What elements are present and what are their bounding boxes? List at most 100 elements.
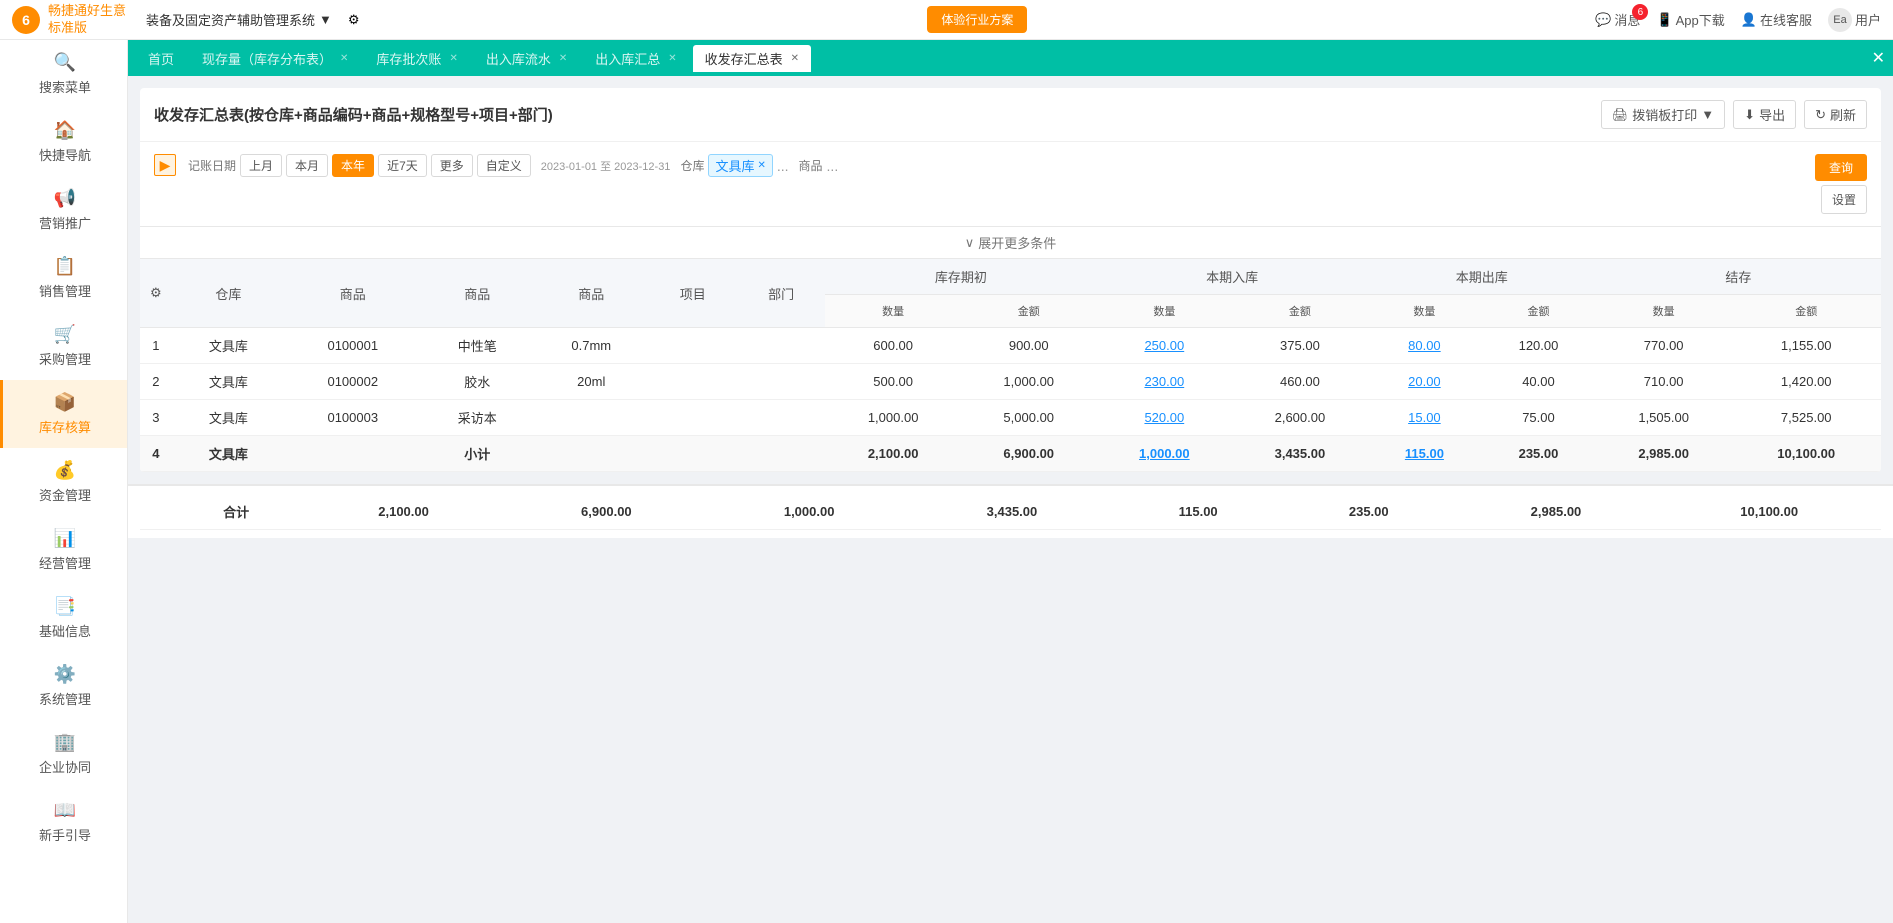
table-cell: 1,000.00 xyxy=(825,400,961,436)
table-cell[interactable]: 1,000.00 xyxy=(1097,436,1233,472)
col-in-amt-header: 金额 xyxy=(1232,295,1368,328)
table-cell: 375.00 xyxy=(1232,328,1368,364)
online-service-button[interactable]: 👤 在线客服 xyxy=(1741,10,1812,29)
date-btn-7days[interactable]: 近7天 xyxy=(378,154,427,177)
settings-button[interactable]: 设置 xyxy=(1821,185,1867,214)
table-cell[interactable]: 230.00 xyxy=(1097,364,1233,400)
sidebar-item-operations[interactable]: 📊 经营管理 xyxy=(0,516,127,584)
col-project-header: 项目 xyxy=(649,259,737,328)
warehouse-tag[interactable]: 文具库 ✕ xyxy=(708,154,772,177)
warehouse-filter-group: 仓库 文具库 ✕ ... xyxy=(680,154,788,177)
date-btn-last-month[interactable]: 上月 xyxy=(240,154,282,177)
tab-flow-close[interactable]: ✕ xyxy=(559,53,567,64)
table-row: 3文具库0100003采访本1,000.005,000.00520.002,60… xyxy=(140,400,1881,436)
col-opening-amt-header: 金额 xyxy=(961,295,1097,328)
tab-bar-close[interactable]: ✕ xyxy=(1872,48,1885,68)
table-cell: 文具库 xyxy=(172,328,285,364)
table-cell[interactable]: 250.00 xyxy=(1097,328,1233,364)
message-button[interactable]: 💬 消息 6 xyxy=(1595,10,1640,29)
trial-button[interactable]: 体验行业方案 xyxy=(927,6,1027,33)
filter-toggle[interactable]: ▶ xyxy=(154,154,176,176)
table-row: 1文具库0100001中性笔0.7mm600.00900.00250.00375… xyxy=(140,328,1881,364)
sidebar-item-label: 快捷导航 xyxy=(39,145,91,164)
tab-inventory-dist[interactable]: 现存量（库存分布表） ✕ xyxy=(190,45,360,72)
col-goods-spec-header: 商品 xyxy=(534,259,649,328)
table-cell: 710.00 xyxy=(1596,364,1732,400)
warehouse-ellipsis[interactable]: ... xyxy=(777,158,789,174)
sidebar-item-finance[interactable]: 💰 资金管理 xyxy=(0,448,127,516)
print-button[interactable]: 🖨 拨销板打印 ▼ xyxy=(1601,100,1725,129)
tab-inventory-dist-close[interactable]: ✕ xyxy=(340,53,348,64)
app-download-button[interactable]: 📱 App下载 xyxy=(1656,10,1724,29)
sidebar-item-label: 库存核算 xyxy=(39,417,91,436)
export-button[interactable]: ⬇ 导出 xyxy=(1733,100,1796,129)
table-cell: 40.00 xyxy=(1481,364,1596,400)
table-cell: 5,000.00 xyxy=(961,400,1097,436)
tab-batch-close[interactable]: ✕ xyxy=(449,53,457,64)
table-cell[interactable]: 15.00 xyxy=(1368,400,1481,436)
sidebar-item-marketing[interactable]: 📢 营销推广 xyxy=(0,176,127,244)
table-cell xyxy=(534,400,649,436)
date-btn-this-month[interactable]: 本月 xyxy=(286,154,328,177)
table-cell: 460.00 xyxy=(1232,364,1368,400)
warehouse-tag-close[interactable]: ✕ xyxy=(757,160,765,171)
tab-recv-summary[interactable]: 收发存汇总表 ✕ xyxy=(693,45,811,72)
col-in-header: 本期入库 xyxy=(1097,259,1368,295)
expand-conditions-bar[interactable]: ∨ 展开更多条件 xyxy=(140,227,1881,259)
refresh-button[interactable]: ↻ 刷新 xyxy=(1804,100,1867,129)
table-cell xyxy=(737,436,825,472)
tab-inventory-dist-label: 现存量（库存分布表） xyxy=(202,49,332,68)
sidebar-item-purchase[interactable]: 🛒 采购管理 xyxy=(0,312,127,380)
tab-home[interactable]: 首页 xyxy=(136,45,186,72)
goods-filter-group: 商品 ... xyxy=(799,157,839,174)
sidebar-item-label: 系统管理 xyxy=(39,689,91,708)
sidebar-item-inventory[interactable]: 📦 库存核算 xyxy=(0,380,127,448)
settings-icon[interactable]: ⚙ xyxy=(348,12,360,28)
top-bar-right: 💬 消息 6 📱 App下载 👤 在线客服 Ea 用户 xyxy=(1595,8,1881,32)
sidebar-item-label: 营销推广 xyxy=(39,213,91,232)
sidebar-item-corp[interactable]: 🏢 企业协同 xyxy=(0,720,127,788)
table-cell: 10,100.00 xyxy=(1731,436,1881,472)
goods-filter-label: 商品 xyxy=(799,157,823,174)
table-cell: 6,900.00 xyxy=(961,436,1097,472)
tab-summary[interactable]: 出入库汇总 ✕ xyxy=(583,45,688,72)
table-row: 2文具库0100002胶水20ml500.001,000.00230.00460… xyxy=(140,364,1881,400)
tab-summary-close[interactable]: ✕ xyxy=(668,53,676,64)
table-cell: 0100002 xyxy=(285,364,421,400)
date-btn-more[interactable]: 更多 xyxy=(431,154,473,177)
tab-recv-summary-close[interactable]: ✕ xyxy=(791,53,799,64)
table-cell[interactable]: 520.00 xyxy=(1097,400,1233,436)
total-label: 合计 xyxy=(170,494,302,530)
top-bar-center: 体验行业方案 xyxy=(927,6,1027,33)
sidebar-item-sales[interactable]: 📋 销售管理 xyxy=(0,244,127,312)
table-cell[interactable]: 20.00 xyxy=(1368,364,1481,400)
refresh-icon: ↻ xyxy=(1815,107,1826,123)
tab-batch[interactable]: 库存批次账 ✕ xyxy=(364,45,469,72)
user-button[interactable]: Ea 用户 xyxy=(1828,8,1881,32)
sidebar-item-system[interactable]: ⚙️ 系统管理 xyxy=(0,652,127,720)
table-cell: 文具库 xyxy=(172,436,285,472)
tab-flow[interactable]: 出入库流水 ✕ xyxy=(474,45,579,72)
date-btn-this-year[interactable]: 本年 xyxy=(332,154,374,177)
sidebar-item-newbie[interactable]: 📖 新手引导 xyxy=(0,788,127,856)
table-cell: 采访本 xyxy=(421,400,534,436)
sidebar-item-search[interactable]: 🔍 搜索菜单 xyxy=(0,40,127,108)
date-btn-custom[interactable]: 自定义 xyxy=(477,154,531,177)
table-cell[interactable]: 115.00 xyxy=(1368,436,1481,472)
sidebar-item-label: 采购管理 xyxy=(39,349,91,368)
sidebar-item-quicknav[interactable]: 🏠 快捷导航 xyxy=(0,108,127,176)
table-cell xyxy=(649,364,737,400)
table-cell: 235.00 xyxy=(1481,436,1596,472)
table-cell: 0.7mm xyxy=(534,328,649,364)
page-title: 收发存汇总表(按仓库+商品编码+商品+规格型号+项目+部门) xyxy=(154,104,553,125)
table-cell: 文具库 xyxy=(172,364,285,400)
search-icon: 🔍 xyxy=(54,52,76,73)
table-cell[interactable]: 80.00 xyxy=(1368,328,1481,364)
col-settings[interactable]: ⚙ xyxy=(140,259,172,328)
expand-label: 展开更多条件 xyxy=(978,233,1056,252)
goods-ellipsis[interactable]: ... xyxy=(827,158,839,174)
sidebar-item-basic[interactable]: 📑 基础信息 xyxy=(0,584,127,652)
sales-icon: 📋 xyxy=(54,256,76,277)
sidebar: 🔍 搜索菜单 🏠 快捷导航 📢 营销推广 📋 销售管理 🛒 采购管理 📦 库存核… xyxy=(0,40,128,923)
query-button[interactable]: 查询 xyxy=(1815,154,1867,181)
